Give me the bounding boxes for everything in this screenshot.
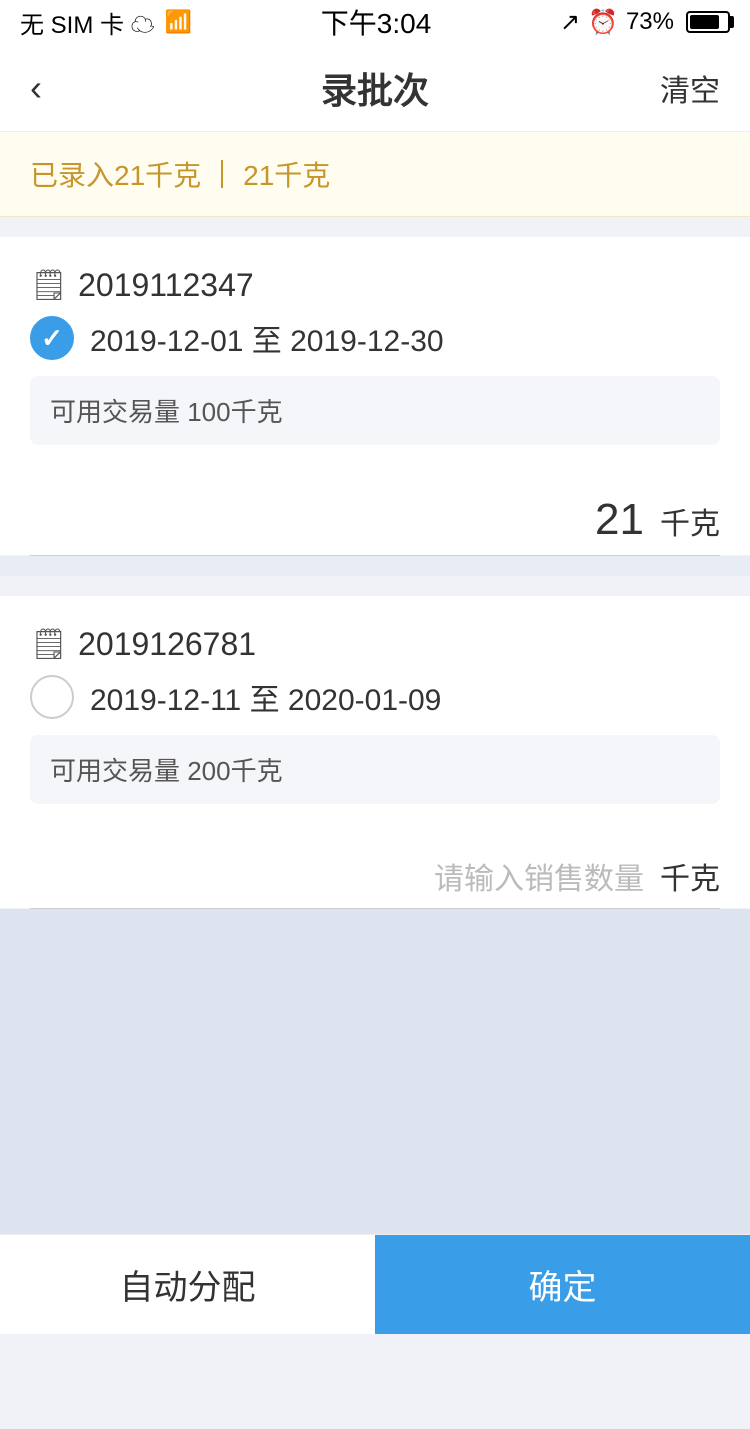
status-right: ↗ ⏰ 73% xyxy=(560,8,730,37)
batch2-date: 2019-12-11 至 2020-01-09 xyxy=(90,675,441,719)
battery-percent: 73% xyxy=(626,8,674,36)
page-title: 录批次 xyxy=(321,62,429,114)
status-left: 无 SIM 卡 ☁ 📶 xyxy=(20,5,192,40)
auto-distribute-button[interactable]: 自动分配 xyxy=(0,1235,375,1334)
batch1-amount-row: 21 千克 xyxy=(0,475,750,555)
status-bar: 无 SIM 卡 ☁ 📶 下午3:04 ↗ ⏰ 73% xyxy=(0,0,750,44)
batch2-checkbox[interactable] xyxy=(30,675,74,719)
alarm-icon: ⏰ xyxy=(588,8,618,37)
batch1-amount-value: 21 xyxy=(595,495,644,545)
info-banner: 已录入21千克 21千克 xyxy=(0,132,750,217)
batch1-date-row: ✓ 2019-12-01 至 2019-12-30 xyxy=(30,316,720,360)
battery-icon xyxy=(686,11,730,33)
batch2-icon: 🗒 xyxy=(30,627,68,662)
batch2-input-unit: 千克 xyxy=(660,854,720,898)
clear-button[interactable]: 清空 xyxy=(660,66,720,110)
info-divider xyxy=(221,160,223,188)
batch1-date: 2019-12-01 至 2019-12-30 xyxy=(90,316,444,360)
location-icon: ↗ xyxy=(560,8,580,37)
checkmark-icon: ✓ xyxy=(41,323,63,354)
batch1-checkbox[interactable]: ✓ xyxy=(30,316,74,360)
recorded-label: 已录入21千克 xyxy=(30,154,201,194)
batch2-id: 2019126781 xyxy=(78,626,256,663)
batch2-header: 🗒 2019126781 xyxy=(30,626,720,663)
confirm-button[interactable]: 确定 xyxy=(375,1235,750,1334)
no-sim-text: 无 SIM 卡 ☁ xyxy=(20,5,155,40)
batch1-icon: 🗒 xyxy=(30,268,68,303)
status-time: 下午3:04 xyxy=(321,2,432,42)
batch1-available: 可用交易量 100千克 xyxy=(30,376,720,445)
batch1-header: 🗒 2019112347 xyxy=(30,267,720,304)
batch2-available: 可用交易量 200千克 xyxy=(30,735,720,804)
back-button[interactable]: ‹ xyxy=(30,67,90,109)
recorded-value: 21千克 xyxy=(243,154,330,194)
batch-item-1: 🗒 2019112347 ✓ 2019-12-01 至 2019-12-30 可… xyxy=(0,237,750,475)
wifi-icon: 📶 xyxy=(165,9,192,35)
batch-item-2: 🗒 2019126781 2019-12-11 至 2020-01-09 可用交… xyxy=(0,596,750,834)
batch2-date-row: 2019-12-11 至 2020-01-09 xyxy=(30,675,720,719)
nav-bar: ‹ 录批次 清空 xyxy=(0,44,750,132)
section-divider xyxy=(0,556,750,576)
batch2-input-placeholder: 请输入销售数量 xyxy=(434,854,644,898)
batch2-input-row: 请输入销售数量 千克 xyxy=(0,834,750,908)
batch1-id: 2019112347 xyxy=(78,267,254,304)
batch1-amount-unit: 千克 xyxy=(660,499,720,543)
bottom-bar: 自动分配 确定 xyxy=(0,1234,750,1334)
